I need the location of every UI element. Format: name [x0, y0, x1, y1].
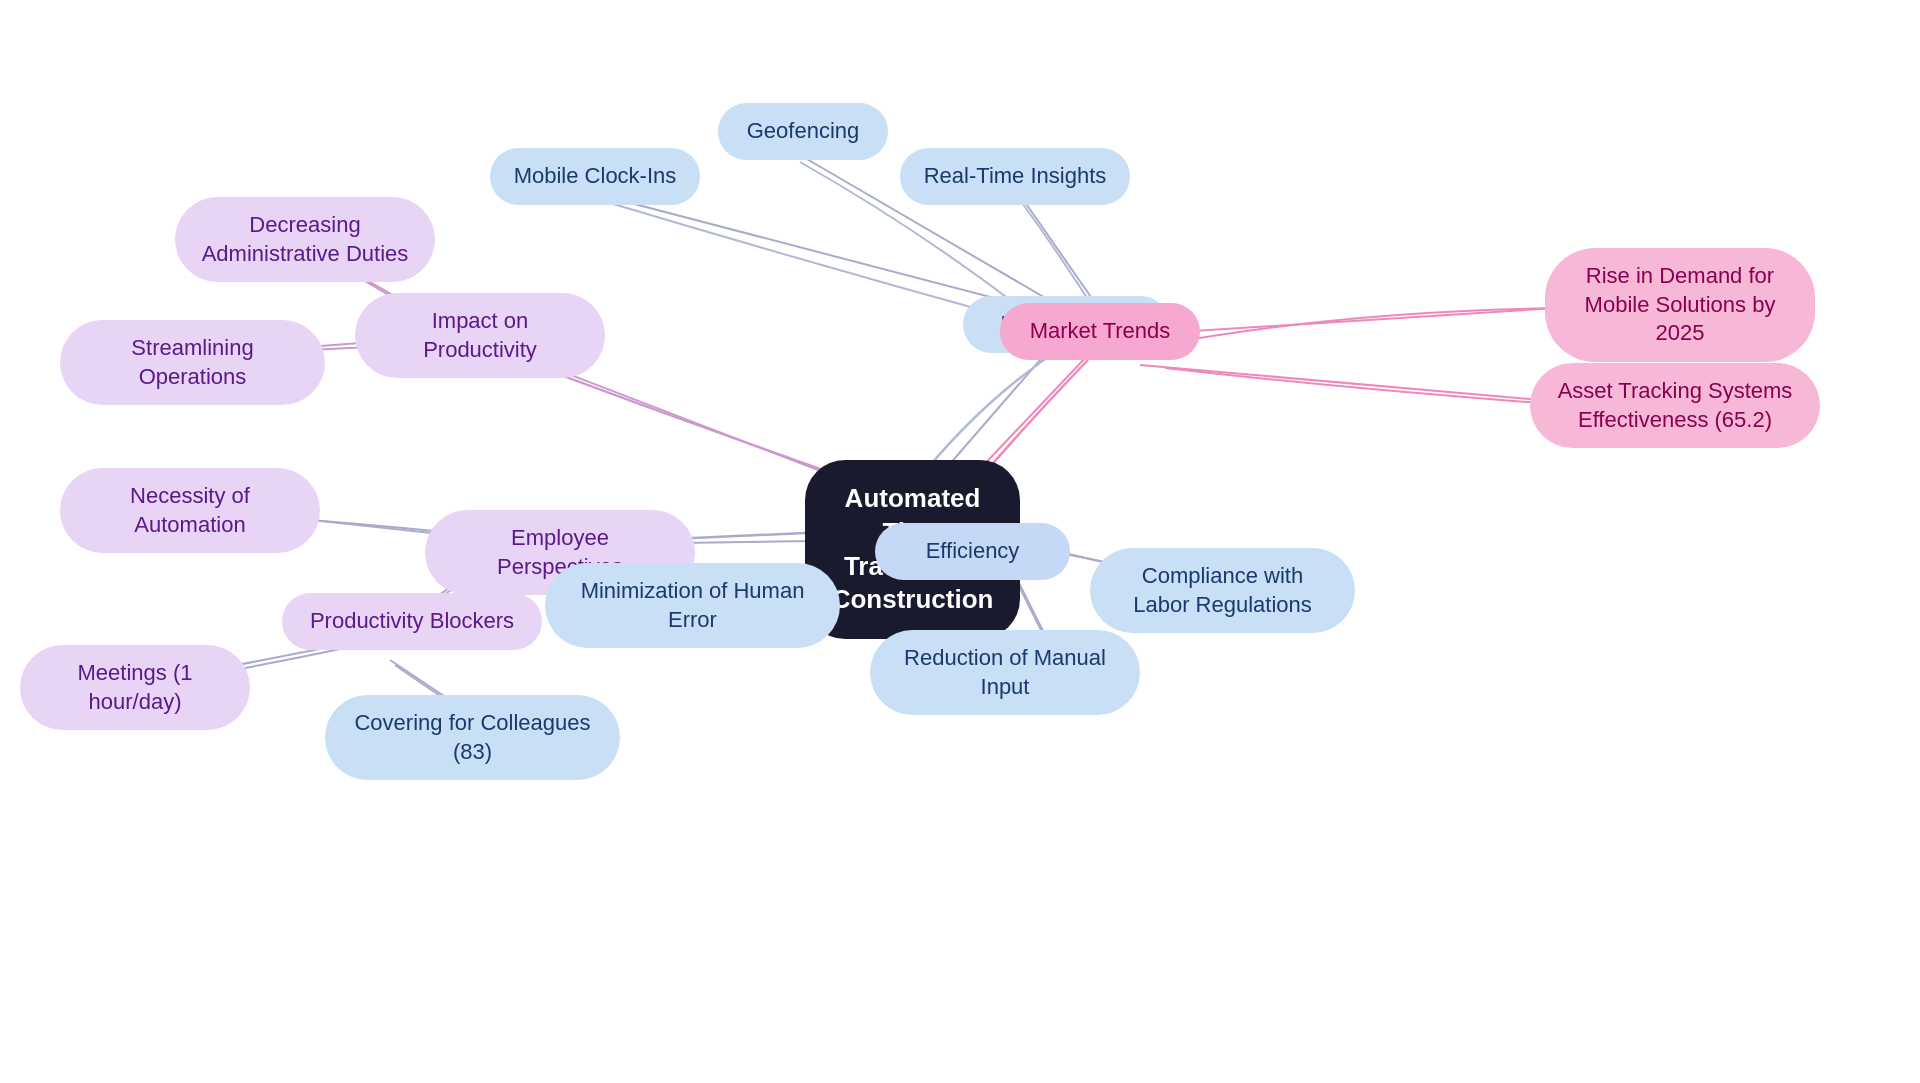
svg-line-9 — [1140, 365, 1540, 400]
geofencing-node: Geofencing — [718, 103, 888, 160]
productivity-blockers-node: Productivity Blockers — [282, 593, 542, 650]
realtime-insights-node: Real-Time Insights — [900, 148, 1130, 205]
decreasing-admin-node: Decreasing Administrative Duties — [175, 197, 435, 282]
rise-demand-node: Rise in Demand for Mobile Solutions by 2… — [1545, 248, 1815, 362]
impact-productivity-node: Impact on Productivity — [355, 293, 605, 378]
minimization-human-error-node: Minimization of Human Error — [545, 563, 840, 648]
efficiency-node: Efficiency — [875, 523, 1070, 580]
necessity-automation-node: Necessity of Automation — [60, 468, 320, 553]
covering-colleagues-node: Covering for Colleagues (83) — [325, 695, 620, 780]
meetings-node: Meetings (1 hour/day) — [20, 645, 250, 730]
svg-line-3 — [1020, 195, 1100, 310]
compliance-labor-node: Compliance with Labor Regulations — [1090, 548, 1355, 633]
reduction-manual-node: Reduction of Manual Input — [870, 630, 1140, 715]
asset-tracking-node: Asset Tracking Systems Effectiveness (65… — [1530, 363, 1820, 448]
svg-line-2 — [600, 195, 1040, 310]
market-trends-node: Market Trends — [1000, 303, 1200, 360]
mobile-clockins-node: Mobile Clock-Ins — [490, 148, 700, 205]
streamlining-ops-node: Streamlining Operations — [60, 320, 325, 405]
